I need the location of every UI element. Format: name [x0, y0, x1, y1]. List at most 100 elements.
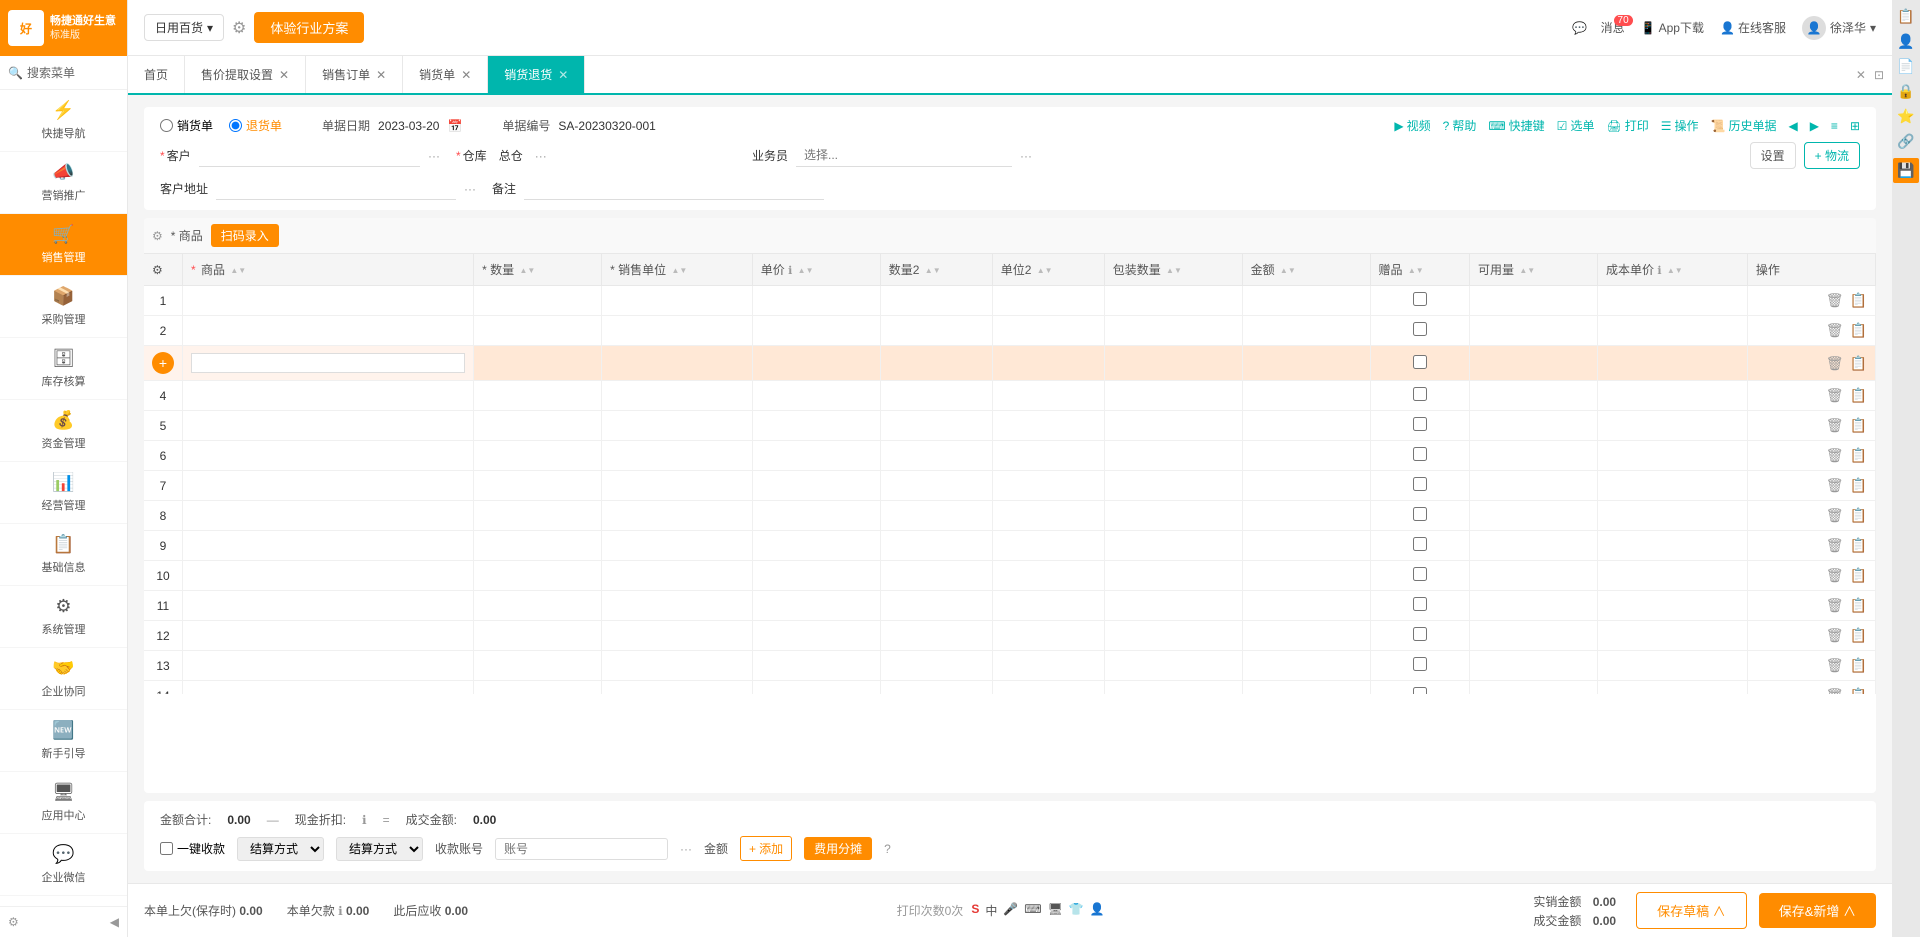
industry-select[interactable]: 日用百货 ▾ [144, 14, 224, 41]
sidebar-item-guide[interactable]: 🆕 新手引导 [0, 710, 127, 772]
delete-icon[interactable]: 🗑 [1826, 507, 1844, 524]
cost-price-cell-2[interactable] [1598, 316, 1748, 346]
sale-unit-cell-2[interactable] [602, 316, 753, 346]
save-new-button[interactable]: 保存&新增 ∧ [1759, 893, 1876, 928]
scan-button[interactable]: 扫码录入 [211, 224, 279, 247]
unit2-cell-2[interactable] [992, 316, 1104, 346]
radio-sale-input[interactable] [160, 119, 173, 132]
delete-icon[interactable]: 🗑 [1826, 687, 1844, 694]
th-unit-price[interactable]: 单价 ℹ ▲▼ [752, 254, 880, 286]
sidebar-item-wechat[interactable]: 💬 企业微信 [0, 834, 127, 896]
radio-return[interactable]: 退货单 [229, 117, 282, 134]
gift-check-1[interactable] [1413, 292, 1427, 306]
sidebar-item-member[interactable]: V 畅会员 [0, 896, 127, 906]
sidebar-item-purchase[interactable]: 📦 采购管理 [0, 276, 127, 338]
rp-icon-3[interactable]: 📄 [1897, 58, 1914, 75]
remark-input[interactable] [524, 177, 824, 200]
sidebar-item-operations[interactable]: 📊 经营管理 [0, 462, 127, 524]
sidebar-item-sales[interactable]: 🛒 销售管理 [0, 214, 127, 276]
sale-unit-cell-1[interactable] [602, 286, 753, 316]
copy-icon[interactable]: 📋 [1850, 417, 1867, 434]
search-menu[interactable]: 🔍 搜索菜单 [0, 56, 127, 90]
address-input[interactable] [216, 177, 456, 200]
qty-cell-3[interactable] [474, 346, 602, 381]
amount-cell-2[interactable] [1242, 316, 1370, 346]
gift-check-2[interactable] [1413, 322, 1427, 336]
maximize-icon[interactable]: ⊡ [1874, 68, 1884, 82]
tab-close-sale-order[interactable]: ✕ [376, 68, 386, 82]
cost-price-cell-3[interactable] [1598, 346, 1748, 381]
copy-icon[interactable]: 📋 [1850, 627, 1867, 644]
unit-price-cell-1[interactable] [752, 286, 880, 316]
cost-price-cell-1[interactable] [1598, 286, 1748, 316]
qty2-cell-3[interactable] [880, 346, 992, 381]
account-input[interactable] [495, 838, 668, 860]
rp-icon-7[interactable]: 💾 [1893, 158, 1918, 183]
sidebar-item-enterprise[interactable]: 🤝 企业协同 [0, 648, 127, 710]
s-icon[interactable]: S [971, 902, 979, 919]
th-qty[interactable]: * 数量 ▲▼ [474, 254, 602, 286]
delete-row-1-icon[interactable]: 🗑 [1826, 292, 1844, 309]
sidebar-item-appstore[interactable]: 🖥 应用中心 [0, 772, 127, 834]
copy-icon[interactable]: 📋 [1850, 477, 1867, 494]
unit-price-cell-3[interactable] [752, 346, 880, 381]
sale-unit-cell-3[interactable] [602, 346, 753, 381]
tab-close-sale-price[interactable]: ✕ [279, 68, 289, 82]
shirt-icon[interactable]: 👕 [1069, 902, 1084, 919]
calendar-icon[interactable]: 📅 [447, 119, 462, 133]
tab-close-sale-out[interactable]: ✕ [461, 68, 471, 82]
product-cell-3[interactable] [183, 346, 474, 381]
tab-home[interactable]: 首页 [128, 56, 185, 93]
delete-icon[interactable]: 🗑 [1826, 417, 1844, 434]
th-product[interactable]: 商品 ▲▼ [183, 254, 474, 286]
close-tab-icon[interactable]: ✕ [1856, 68, 1866, 82]
delete-icon[interactable]: 🗑 [1826, 447, 1844, 464]
fee-split-button[interactable]: 费用分摊 [804, 837, 872, 860]
gift-check-3[interactable] [1413, 355, 1427, 369]
delete-row-3-icon[interactable]: 🗑 [1826, 355, 1844, 372]
delete-icon[interactable]: 🗑 [1826, 387, 1844, 404]
qty2-cell-1[interactable] [880, 286, 992, 316]
action-video[interactable]: ▶ 视频 [1394, 117, 1430, 134]
qty-cell-1[interactable] [474, 286, 602, 316]
delete-icon[interactable]: 🗑 [1826, 567, 1844, 584]
copy-row-1-icon[interactable]: 📋 [1850, 292, 1867, 309]
action-print[interactable]: 🖨 打印 [1606, 117, 1648, 134]
copy-icon[interactable]: 📋 [1850, 597, 1867, 614]
next-record-icon[interactable]: ▶ [1810, 119, 1819, 133]
col-gear-icon[interactable]: ⚙ [152, 263, 163, 277]
setting-button[interactable]: 设置 [1750, 142, 1796, 169]
th-amount[interactable]: 金额 ▲▼ [1242, 254, 1370, 286]
unit-price-info-icon[interactable]: ℹ [788, 265, 792, 277]
warehouse-lookup-icon[interactable]: ··· [535, 149, 547, 163]
pkg-qty-cell-1[interactable] [1104, 286, 1242, 316]
product-cell-1[interactable] [183, 286, 474, 316]
customer-lookup-icon[interactable]: ··· [428, 149, 440, 163]
copy-row-2-icon[interactable]: 📋 [1850, 322, 1867, 339]
user-menu[interactable]: 👤 徐泽华 ▾ [1802, 16, 1876, 40]
product-cell-2[interactable] [183, 316, 474, 346]
copy-icon[interactable]: 📋 [1850, 537, 1867, 554]
th-sale-unit[interactable]: * 销售单位 ▲▼ [602, 254, 753, 286]
radio-return-input[interactable] [229, 119, 242, 132]
rp-icon-5[interactable]: ⭐ [1897, 108, 1914, 125]
th-pkg-qty[interactable]: 包装数量 ▲▼ [1104, 254, 1242, 286]
qty2-cell-2[interactable] [880, 316, 992, 346]
copy-row-3-icon[interactable]: 📋 [1850, 355, 1867, 372]
logistics-button[interactable]: + 物流 [1804, 142, 1860, 169]
rp-icon-2[interactable]: 👤 [1897, 33, 1914, 50]
sidebar-item-basic-info[interactable]: 📋 基础信息 [0, 524, 127, 586]
th-unit2[interactable]: 单位2 ▲▼ [992, 254, 1104, 286]
settings-bottom-icon[interactable]: ⚙ [8, 915, 19, 929]
delete-icon[interactable]: 🗑 [1826, 537, 1844, 554]
delete-icon[interactable]: 🗑 [1826, 477, 1844, 494]
discount-info-icon[interactable]: ℹ [362, 813, 367, 827]
available-cell-3[interactable] [1470, 346, 1598, 381]
tab-sale-out[interactable]: 销货单 ✕ [403, 56, 488, 93]
sidebar-item-inventory[interactable]: 🗄 库存核算 [0, 338, 127, 400]
delete-icon[interactable]: 🗑 [1826, 657, 1844, 674]
rp-icon-4[interactable]: 🔒 [1897, 83, 1914, 100]
amount-cell-3[interactable] [1242, 346, 1370, 381]
user-icon[interactable]: 👤 [1090, 902, 1105, 919]
sidebar-item-system[interactable]: ⚙ 系统管理 [0, 586, 127, 648]
